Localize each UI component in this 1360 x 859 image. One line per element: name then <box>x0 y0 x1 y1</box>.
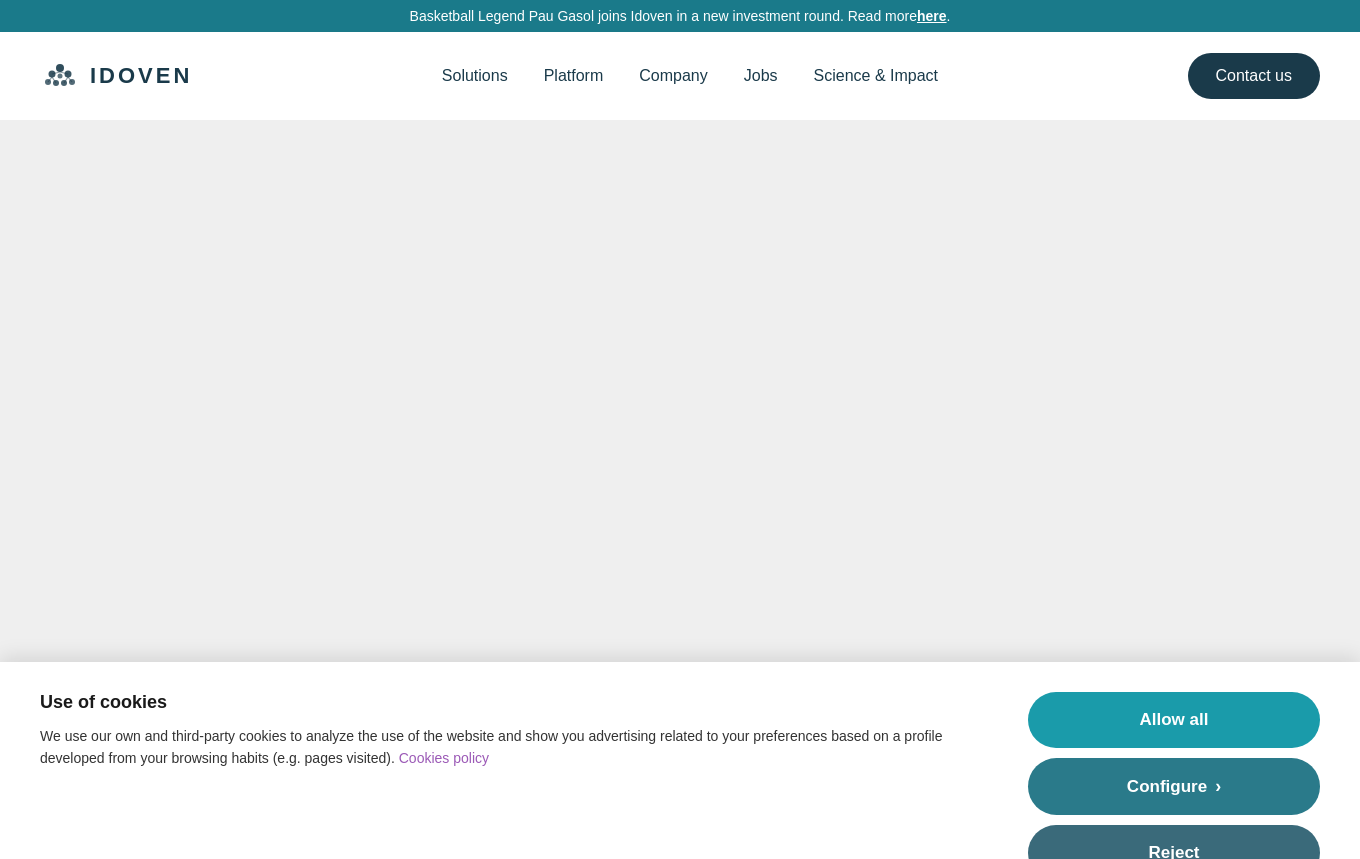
announcement-text: Basketball Legend Pau Gasol joins Idoven… <box>410 8 917 24</box>
configure-label: Configure <box>1127 777 1207 797</box>
logo[interactable]: IDOVEN <box>40 56 192 96</box>
cookie-description-text: We use our own and third-party cookies t… <box>40 728 943 766</box>
svg-point-0 <box>56 64 64 72</box>
chevron-right-icon: › <box>1215 776 1221 797</box>
cookie-title: Use of cookies <box>40 692 980 713</box>
cookie-text-section: Use of cookies We use our own and third-… <box>40 692 1020 770</box>
cookies-policy-link[interactable]: Cookies policy <box>399 750 489 766</box>
allow-all-button[interactable]: Allow all <box>1028 692 1320 748</box>
cookie-banner: Use of cookies We use our own and third-… <box>0 662 1360 859</box>
nav-solutions[interactable]: Solutions <box>442 67 508 84</box>
reject-button[interactable]: Reject <box>1028 825 1320 859</box>
nav-science-impact[interactable]: Science & Impact <box>814 67 939 84</box>
nav-platform[interactable]: Platform <box>544 67 604 84</box>
nav-jobs[interactable]: Jobs <box>744 67 778 84</box>
cookie-description: We use our own and third-party cookies t… <box>40 725 980 770</box>
nav-company[interactable]: Company <box>639 67 707 84</box>
logo-icon <box>40 56 80 96</box>
svg-point-7 <box>58 74 63 79</box>
main-nav: IDOVEN Solutions Platform Company Jobs S… <box>0 32 1360 120</box>
main-content <box>0 120 1360 662</box>
configure-button[interactable]: Configure › <box>1028 758 1320 815</box>
cookie-buttons: Allow all Configure › Reject <box>1028 692 1320 859</box>
contact-us-button[interactable]: Contact us <box>1188 53 1320 99</box>
announcement-bar: Basketball Legend Pau Gasol joins Idoven… <box>0 0 1360 32</box>
nav-links: Solutions Platform Company Jobs Science … <box>442 67 938 85</box>
announcement-link[interactable]: here <box>917 8 947 24</box>
logo-text: IDOVEN <box>90 63 192 89</box>
